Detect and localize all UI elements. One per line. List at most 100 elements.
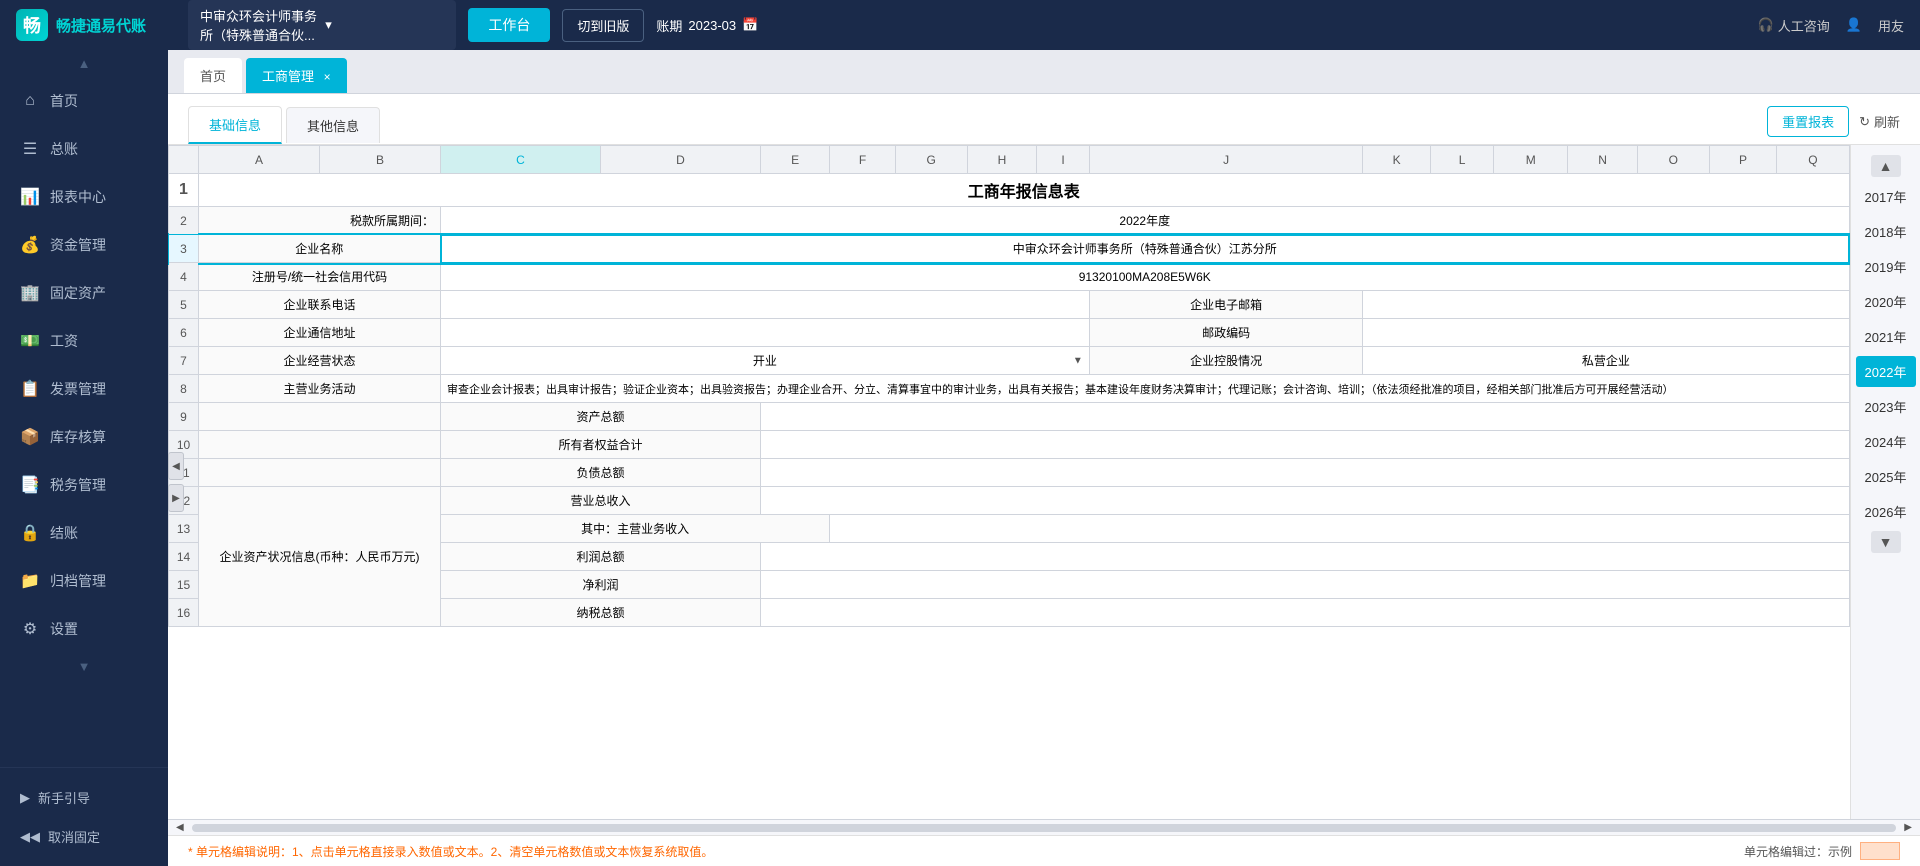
label-net-profit: 净利润 [441,571,761,599]
value-main-revenue[interactable] [830,515,1849,543]
calendar-icon[interactable]: 📅 [742,17,758,33]
h-scrollbar[interactable]: ◀ ▶ [168,819,1920,835]
tax-icon: 📑 [20,475,40,495]
label-main-biz: 主营业务活动 [199,375,441,403]
table-row: 4 注册号/统一社会信用代码 91320100MA208E5W6K [169,263,1850,291]
year-nav-up[interactable]: ▲ [1871,155,1901,177]
value-phone[interactable] [441,291,1090,319]
spreadsheet-wrapper[interactable]: A B C D E F G H I J K L [168,145,1850,819]
home-icon: ⌂ [20,92,40,110]
sidebar-item-archive[interactable]: 📁 归档管理 [0,557,168,605]
label-empty-9 [199,403,441,431]
year-2018[interactable]: 2018年 [1856,216,1916,247]
sidebar-item-close[interactable]: 🔒 结账 [0,509,168,557]
report-icon: 📊 [20,187,40,207]
switch-old-button[interactable]: 切到旧版 [562,9,644,42]
unpin-button[interactable]: ◀◀ 取消固定 [0,817,168,856]
value-total-profit[interactable] [760,543,1849,571]
tab-bar: 首页 工商管理 × [168,50,1920,94]
year-2021[interactable]: 2021年 [1856,321,1916,352]
year-2024[interactable]: 2024年 [1856,426,1916,457]
tab-other-label: 其他信息 [307,119,359,134]
refresh-button[interactable]: ↻ 刷新 [1859,112,1900,131]
sidebar-item-finance[interactable]: 💰 资金管理 [0,221,168,269]
table-row: 10 所有者权益合计 [169,431,1850,459]
col-header-C: C [441,146,601,174]
value-total-tax[interactable] [760,599,1849,627]
label-total-profit: 利润总额 [441,543,761,571]
value-liability[interactable] [760,459,1849,487]
scroll-collapse-right[interactable]: ▶ [168,484,184,512]
value-biz-status[interactable]: 开业 [441,347,1090,375]
sidebar-item-inventory[interactable]: 📦 库存核算 [0,413,168,461]
value-net-profit[interactable] [760,571,1849,599]
year-2020[interactable]: 2020年 [1856,286,1916,317]
table-row: 6 企业通信地址 邮政编码 [169,319,1850,347]
col-header-L: L [1430,146,1493,174]
title-cell[interactable]: 工商年报信息表 [199,174,1850,207]
workbench-button[interactable]: 工作台 [468,8,550,42]
sidebar-item-salary[interactable]: 💵 工资 [0,317,168,365]
tab-gongshang[interactable]: 工商管理 × [246,58,347,93]
row-num-9: 9 [169,403,199,431]
value-main-biz[interactable]: 审查企业会计报表；出具审计报告；验证企业资本；出具验资报告；办理企业合开、分立、… [441,375,1849,403]
cell-sample-color [1860,842,1900,860]
spreadsheet-container: ◀ ▶ A B C D E F [168,145,1920,819]
value-holding[interactable]: 私营企业 [1363,347,1849,375]
sidebar-scroll-down[interactable]: ▼ [0,653,168,680]
value-assets[interactable] [760,403,1849,431]
sidebar-item-ledger[interactable]: ☰ 总账 [0,125,168,173]
tab-close-icon[interactable]: × [324,70,331,84]
reset-button[interactable]: 重置报表 [1767,106,1849,137]
value-period[interactable]: 2022年度 [441,207,1849,235]
col-header-J: J [1089,146,1362,174]
sidebar-item-assets[interactable]: 🏢 固定资产 [0,269,168,317]
label-period: 税款所属期间： [199,207,441,235]
new-user-guide[interactable]: ▶ 新手引导 [0,778,168,817]
col-header-K: K [1363,146,1431,174]
value-equity[interactable] [760,431,1849,459]
sidebar-bottom: ▶ 新手引导 ◀◀ 取消固定 [0,767,168,866]
tab-home[interactable]: 首页 [184,58,242,93]
status-bar: * 单元格编辑说明：1、点击单元格直接录入数值或文本。2、清空单元格数值或文本恢… [168,835,1920,866]
table-row: 8 主营业务活动 审查企业会计报表；出具审计报告；验证企业资本；出具验资报告；办… [169,375,1850,403]
year-2025[interactable]: 2025年 [1856,461,1916,492]
value-postal[interactable] [1363,319,1849,347]
label-reg-code: 注册号/统一社会信用代码 [199,263,441,291]
sidebar-label-ledger: 总账 [50,139,78,159]
main-layout: ▲ ⌂ 首页 ☰ 总账 📊 报表中心 💰 资金管理 🏢 固定资产 💵 工资 📋 … [0,50,1920,866]
sidebar-label-salary: 工资 [50,331,78,351]
value-reg-code[interactable]: 91320100MA208E5W6K [441,263,1849,291]
value-address[interactable] [441,319,1090,347]
scroll-track[interactable] [192,824,1897,832]
sidebar-item-tax[interactable]: 📑 税务管理 [0,461,168,509]
year-2022[interactable]: 2022年 [1856,356,1916,387]
row-num-7: 7 [169,347,199,375]
sidebar-item-report[interactable]: 📊 报表中心 [0,173,168,221]
value-company-name[interactable]: 中审众环会计师事务所（特殊普通合伙）江苏分所 [441,235,1849,263]
tab-basic-info[interactable]: 基础信息 [188,106,282,144]
sidebar-item-settings[interactable]: ⚙ 设置 [0,605,168,653]
sidebar-item-home[interactable]: ⌂ 首页 [0,77,168,125]
year-2019[interactable]: 2019年 [1856,251,1916,282]
company-selector[interactable]: 中审众环会计师事务所（特殊普通合伙... ▾ [188,0,456,50]
sidebar-item-invoice[interactable]: 📋 发票管理 [0,365,168,413]
year-2017[interactable]: 2017年 [1856,181,1916,212]
year-nav-down[interactable]: ▼ [1871,531,1901,553]
value-revenue[interactable] [760,487,1849,515]
scroll-collapse-left[interactable]: ◀ [168,452,184,480]
scroll-right-arrow[interactable]: ▶ [1900,822,1916,833]
year-2026[interactable]: 2026年 [1856,496,1916,527]
year-2023[interactable]: 2023年 [1856,391,1916,422]
support-button[interactable]: 🎧 人工咨询 [1758,16,1830,35]
sidebar-label-inventory: 库存核算 [50,427,106,447]
tab-other-info[interactable]: 其他信息 [286,107,380,143]
logo: 畅 畅捷通易代账 [16,9,176,41]
sidebar-scroll-up[interactable]: ▲ [0,50,168,77]
guide-icon: ▶ [20,790,30,806]
col-header-M: M [1494,146,1568,174]
chevron-down-icon: ▾ [325,17,444,33]
row-num-5: 5 [169,291,199,319]
value-email[interactable] [1363,291,1849,319]
scroll-left-arrow[interactable]: ◀ [172,822,188,833]
